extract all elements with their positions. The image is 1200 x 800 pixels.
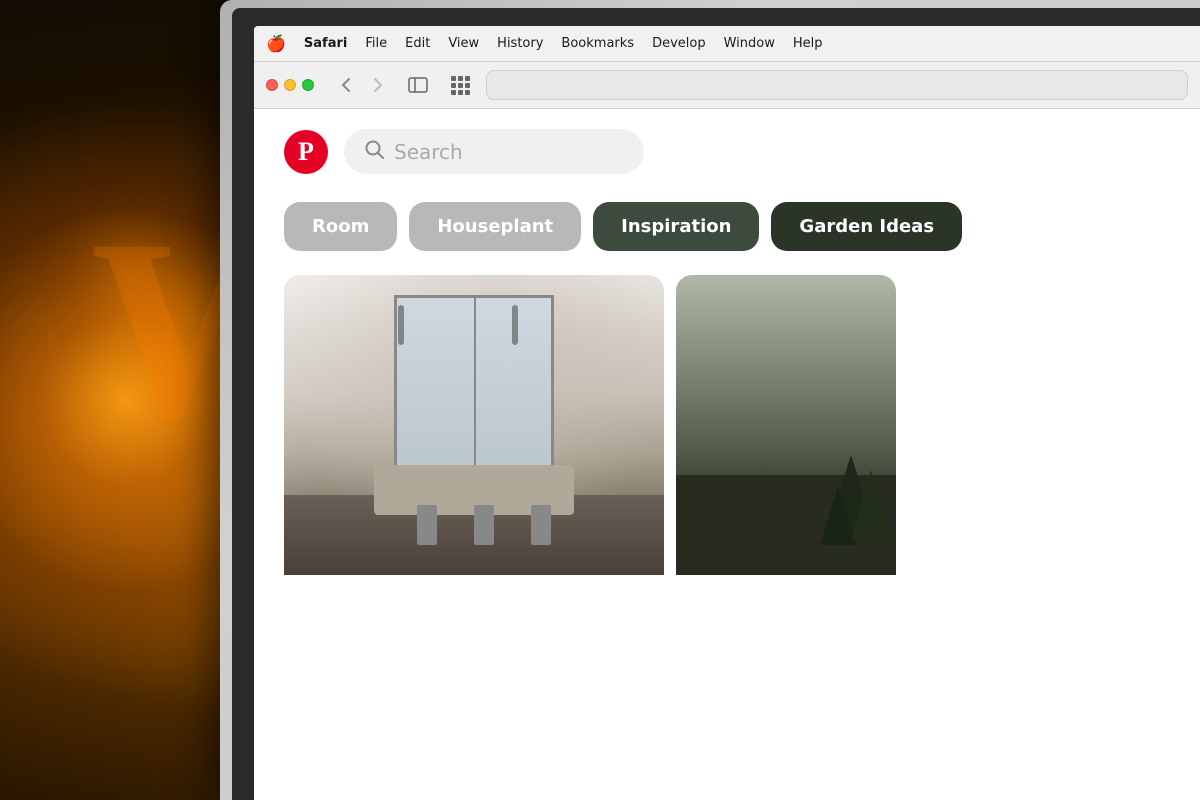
menu-help[interactable]: Help <box>793 36 823 51</box>
pinterest-logo[interactable]: P <box>284 130 328 174</box>
navigation-arrows <box>332 72 392 98</box>
browser-toolbar <box>254 62 1200 109</box>
category-chip-garden-ideas[interactable]: Garden Ideas <box>771 202 962 251</box>
search-icon <box>364 139 384 164</box>
menu-view[interactable]: View <box>448 36 479 51</box>
pinterest-app: P Search Room Houseplant <box>254 109 1200 800</box>
menu-file[interactable]: File <box>365 36 387 51</box>
minimize-button[interactable] <box>284 79 296 91</box>
category-chip-houseplant[interactable]: Houseplant <box>409 202 581 251</box>
close-button[interactable] <box>266 79 278 91</box>
fullscreen-button[interactable] <box>302 79 314 91</box>
search-bar[interactable]: Search <box>344 129 644 174</box>
laptop-frame: 🍎 Safari File Edit View History Bookmark… <box>220 0 1200 800</box>
tab-overview-button[interactable] <box>444 72 476 98</box>
category-chip-room[interactable]: Room <box>284 202 397 251</box>
back-button[interactable] <box>332 72 360 98</box>
forward-button[interactable] <box>364 72 392 98</box>
apple-menu-icon[interactable]: 🍎 <box>266 34 286 53</box>
menu-develop[interactable]: Develop <box>652 36 706 51</box>
grid-dots-icon <box>451 76 470 95</box>
address-bar[interactable] <box>486 70 1188 100</box>
menu-window[interactable]: Window <box>724 36 775 51</box>
room-interior-image <box>284 275 664 575</box>
landscape-image <box>676 275 896 575</box>
sidebar-toggle-button[interactable] <box>402 72 434 98</box>
pin-card-landscape[interactable] <box>676 275 896 792</box>
menu-bookmarks[interactable]: Bookmarks <box>561 36 634 51</box>
category-chip-inspiration[interactable]: Inspiration <box>593 202 759 251</box>
menu-history[interactable]: History <box>497 36 543 51</box>
search-placeholder-text: Search <box>394 140 463 164</box>
menu-bar: 🍎 Safari File Edit View History Bookmark… <box>254 26 1200 62</box>
category-chips-row: Room Houseplant Inspiration Garden Ideas <box>254 194 1200 267</box>
traffic-lights <box>266 79 314 91</box>
pin-card-room[interactable] <box>284 275 664 792</box>
pinterest-header: P Search <box>254 109 1200 194</box>
menu-safari[interactable]: Safari <box>304 36 347 51</box>
pin-grid <box>254 267 1200 800</box>
screen-bezel: 🍎 Safari File Edit View History Bookmark… <box>232 8 1200 800</box>
screen: 🍎 Safari File Edit View History Bookmark… <box>254 26 1200 800</box>
menu-edit[interactable]: Edit <box>405 36 430 51</box>
